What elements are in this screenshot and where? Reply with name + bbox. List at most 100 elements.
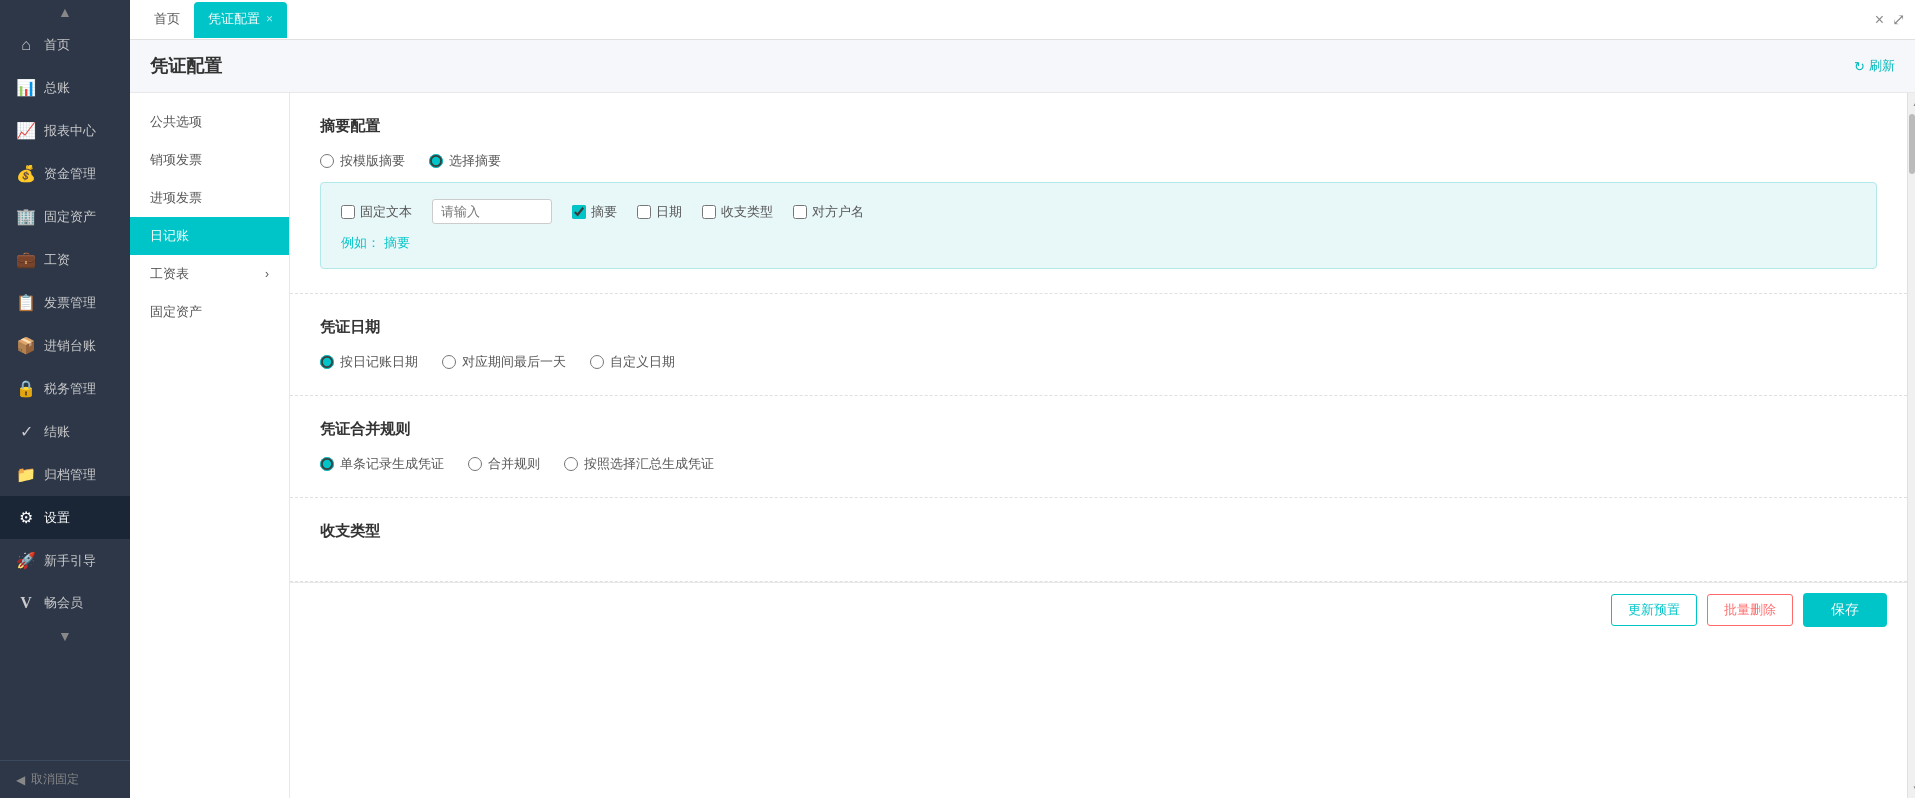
voucher-merge-section: 凭证合并规则 单条记录生成凭证 合并规则 按照选择汇总生成凭证 xyxy=(290,396,1907,498)
guide-icon: 🚀 xyxy=(16,551,36,570)
checkbox-fixed-text-input[interactable] xyxy=(341,205,355,219)
radio-last-day-input[interactable] xyxy=(442,355,456,369)
sidebar-scroll-down[interactable]: ▼ xyxy=(0,624,130,648)
radio-select-summary-merge-input[interactable] xyxy=(564,457,578,471)
radio-journal-date-input[interactable] xyxy=(320,355,334,369)
summary-config-section: 摘要配置 按模版摘要 选择摘要 固定文本 xyxy=(290,93,1907,294)
funds-icon: 💰 xyxy=(16,164,36,183)
nav-item-journal[interactable]: 日记账 xyxy=(130,217,289,255)
radio-journal-date[interactable]: 按日记账日期 xyxy=(320,353,418,371)
radio-template-summary[interactable]: 按模版摘要 xyxy=(320,152,405,170)
sidebar-item-purchase-sales[interactable]: 📦 进销台账 xyxy=(0,324,130,367)
example-prefix: 例如： xyxy=(341,235,380,250)
radio-custom-date[interactable]: 自定义日期 xyxy=(590,353,675,371)
radio-select-summary[interactable]: 选择摘要 xyxy=(429,152,501,170)
sidebar-item-vip[interactable]: V 畅会员 xyxy=(0,582,130,624)
radio-template-summary-input[interactable] xyxy=(320,154,334,168)
refresh-button[interactable]: ↻ 刷新 xyxy=(1854,57,1895,75)
radio-select-summary-merge[interactable]: 按照选择汇总生成凭证 xyxy=(564,455,714,473)
nav-item-payroll[interactable]: 工资表 › xyxy=(130,255,289,293)
sidebar-label-purchase-sales: 进销台账 xyxy=(44,337,96,355)
summary-options-box: 固定文本 摘要 日期 收支类型 xyxy=(320,182,1877,269)
vip-icon: V xyxy=(16,594,36,612)
summary-mode-radio-group: 按模版摘要 选择摘要 xyxy=(320,152,1877,170)
radio-select-summary-input[interactable] xyxy=(429,154,443,168)
nav-item-public-options[interactable]: 公共选项 xyxy=(130,103,289,141)
sidebar-item-ledger[interactable]: 📊 总账 xyxy=(0,66,130,109)
scroll-thumb[interactable] xyxy=(1909,114,1915,174)
checkbox-summary[interactable]: 摘要 xyxy=(572,203,617,221)
sidebar-label-archive: 归档管理 xyxy=(44,466,96,484)
purchase-sales-icon: 📦 xyxy=(16,336,36,355)
window-maximize-button[interactable]: ⤢ xyxy=(1892,10,1905,29)
tab-voucher-config[interactable]: 凭证配置 × xyxy=(194,2,287,38)
income-type-section: 收支类型 xyxy=(290,498,1907,582)
sidebar-scroll-up[interactable]: ▲ xyxy=(0,0,130,24)
tab-home[interactable]: 首页 xyxy=(140,2,194,38)
checkbox-income-type[interactable]: 收支类型 xyxy=(702,203,773,221)
window-close-button[interactable]: × xyxy=(1875,10,1884,29)
sidebar-label-home: 首页 xyxy=(44,36,70,54)
radio-merge-rules-label: 合并规则 xyxy=(488,455,540,473)
checkbox-counterparty[interactable]: 对方户名 xyxy=(793,203,864,221)
checkbox-date[interactable]: 日期 xyxy=(637,203,682,221)
radio-select-summary-label: 选择摘要 xyxy=(449,152,501,170)
sidebar-footer-label: 取消固定 xyxy=(31,771,79,788)
radio-select-summary-merge-label: 按照选择汇总生成凭证 xyxy=(584,455,714,473)
sidebar-label-tax: 税务管理 xyxy=(44,380,96,398)
checkbox-counterparty-input[interactable] xyxy=(793,205,807,219)
fixed-text-input[interactable] xyxy=(432,199,552,224)
checkbox-summary-input[interactable] xyxy=(572,205,586,219)
checkbox-income-type-input[interactable] xyxy=(702,205,716,219)
pin-icon: ◀ xyxy=(16,773,25,787)
sidebar-item-home[interactable]: ⌂ 首页 xyxy=(0,24,130,66)
bottom-action-bar: 更新预置 批量删除 保存 xyxy=(290,582,1907,637)
radio-single-record-input[interactable] xyxy=(320,457,334,471)
page-header: 凭证配置 ↻ 刷新 xyxy=(130,40,1915,93)
reports-icon: 📈 xyxy=(16,121,36,140)
nav-item-fixed-assets[interactable]: 固定资产 xyxy=(130,293,289,331)
sidebar-item-reports[interactable]: 📈 报表中心 xyxy=(0,109,130,152)
radio-single-record[interactable]: 单条记录生成凭证 xyxy=(320,455,444,473)
sidebar-item-archive[interactable]: 📁 归档管理 xyxy=(0,453,130,496)
radio-custom-date-input[interactable] xyxy=(590,355,604,369)
example-text: 例如： 摘要 xyxy=(341,234,1856,252)
batch-delete-button[interactable]: 批量删除 xyxy=(1707,594,1793,626)
summary-checkboxes: 固定文本 摘要 日期 收支类型 xyxy=(341,199,1856,224)
sidebar-item-tax[interactable]: 🔒 税务管理 xyxy=(0,367,130,410)
radio-merge-rules-input[interactable] xyxy=(468,457,482,471)
sidebar-item-funds[interactable]: 💰 资金管理 xyxy=(0,152,130,195)
nav-item-purchase-invoice[interactable]: 进项发票 xyxy=(130,179,289,217)
refresh-icon: ↻ xyxy=(1854,59,1865,74)
radio-last-day[interactable]: 对应期间最后一天 xyxy=(442,353,566,371)
checkbox-summary-label: 摘要 xyxy=(591,203,617,221)
sidebar-item-salary[interactable]: 💼 工资 xyxy=(0,238,130,281)
fixed-assets-icon: 🏢 xyxy=(16,207,36,226)
main-area: 首页 凭证配置 × × ⤢ 凭证配置 ↻ 刷新 公共选项 销项发票 进项 xyxy=(130,0,1915,798)
sidebar-item-invoice[interactable]: 📋 发票管理 xyxy=(0,281,130,324)
nav-item-sales-invoice[interactable]: 销项发票 xyxy=(130,141,289,179)
radio-template-summary-label: 按模版摘要 xyxy=(340,152,405,170)
sidebar-item-checkout[interactable]: ✓ 结账 xyxy=(0,410,130,453)
update-preview-button[interactable]: 更新预置 xyxy=(1611,594,1697,626)
content-layout: 公共选项 销项发票 进项发票 日记账 工资表 › 固定资产 摘要配置 xyxy=(130,93,1915,798)
sidebar-item-settings[interactable]: ⚙ 设置 xyxy=(0,496,130,539)
right-content: 摘要配置 按模版摘要 选择摘要 固定文本 xyxy=(290,93,1907,798)
voucher-merge-radio-group: 单条记录生成凭证 合并规则 按照选择汇总生成凭证 xyxy=(320,455,1877,473)
home-icon: ⌂ xyxy=(16,36,36,54)
save-button[interactable]: 保存 xyxy=(1803,593,1887,627)
checkbox-fixed-text[interactable]: 固定文本 xyxy=(341,203,412,221)
sidebar-label-reports: 报表中心 xyxy=(44,122,96,140)
checkout-icon: ✓ xyxy=(16,422,36,441)
tab-close-icon[interactable]: × xyxy=(266,12,273,26)
sidebar-unpin-button[interactable]: ◀ 取消固定 xyxy=(0,760,130,798)
radio-merge-rules[interactable]: 合并规则 xyxy=(468,455,540,473)
scroll-down-arrow[interactable]: ▼ xyxy=(1908,779,1916,798)
checkbox-date-label: 日期 xyxy=(656,203,682,221)
sidebar-item-guide[interactable]: 🚀 新手引导 xyxy=(0,539,130,582)
sidebar: ▲ ⌂ 首页 📊 总账 📈 报表中心 💰 资金管理 🏢 固定资产 💼 工资 📋 … xyxy=(0,0,130,798)
scroll-up-arrow[interactable]: ▲ xyxy=(1908,93,1916,112)
sidebar-item-fixed-assets[interactable]: 🏢 固定资产 xyxy=(0,195,130,238)
checkbox-date-input[interactable] xyxy=(637,205,651,219)
radio-last-day-label: 对应期间最后一天 xyxy=(462,353,566,371)
